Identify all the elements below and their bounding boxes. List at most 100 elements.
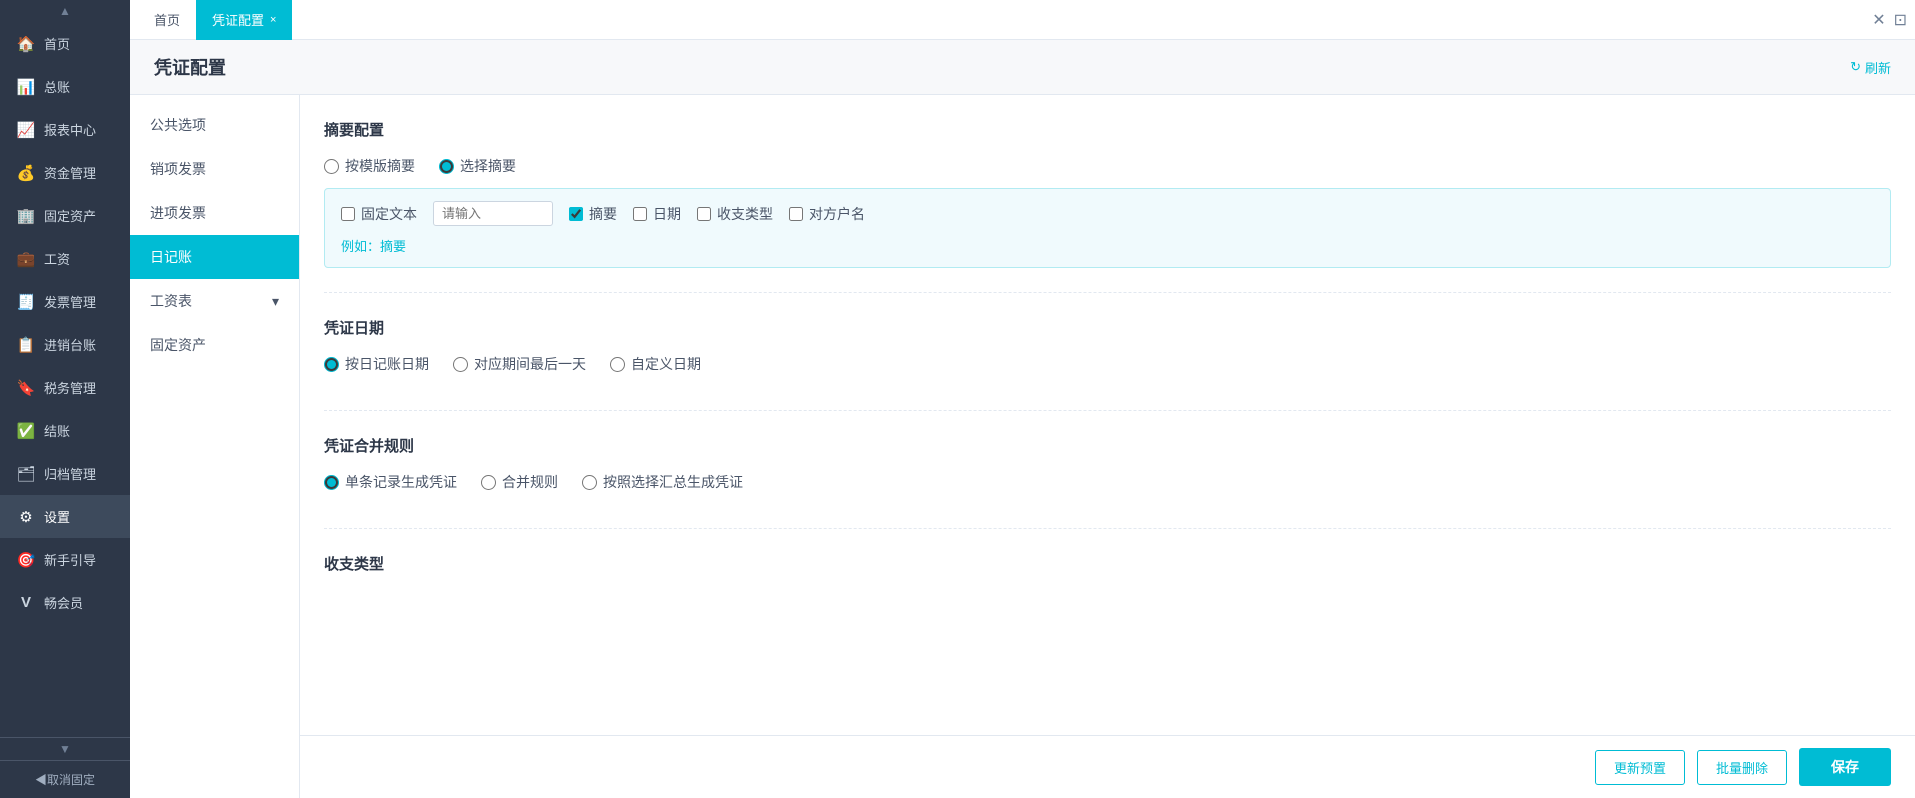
sidebar-item-label: 设置	[44, 507, 70, 526]
main-area: 首页 凭证配置 × ✕ ⊡ 凭证配置 ↻ 刷新 公共选项	[130, 0, 1915, 798]
sidebar-item-sales-ledger[interactable]: 📋 进销台账	[0, 323, 130, 366]
checkbox-area: 固定文本 摘要 日期	[324, 188, 1891, 268]
checkbox-fixed-text-label: 固定文本	[361, 204, 417, 224]
sidebar-item-funds[interactable]: 💰 资金管理	[0, 151, 130, 194]
checkbox-income-type-label: 收支类型	[717, 204, 773, 224]
sidebar-item-label: 进销台账	[44, 335, 96, 354]
voucher-date-section: 凭证日期 按日记账日期 对应期间最后一天	[324, 317, 1891, 411]
refresh-button[interactable]: ↻ 刷新	[1850, 58, 1891, 77]
guide-icon: 🎯	[16, 551, 36, 569]
radio-custom-date[interactable]: 自定义日期	[610, 354, 701, 374]
example-text: 例如：摘要	[341, 236, 1874, 255]
radio-last-day[interactable]: 对应期间最后一天	[453, 354, 586, 374]
checkbox-date[interactable]: 日期	[633, 204, 681, 224]
radio-template-summary[interactable]: 按模版摘要	[324, 156, 415, 176]
home-icon: 🏠	[16, 35, 36, 53]
radio-journal-date[interactable]: 按日记账日期	[324, 354, 429, 374]
tab-voucher-config[interactable]: 凭证配置 ×	[196, 0, 292, 40]
checkbox-counterpart-input[interactable]	[789, 207, 803, 221]
sidebar-item-settings[interactable]: ⚙ 设置	[0, 495, 130, 538]
sidebar-item-salary[interactable]: 💼 工资	[0, 237, 130, 280]
radio-last-day-input[interactable]	[453, 357, 468, 372]
page-title: 凭证配置	[154, 54, 226, 80]
reports-icon: 📈	[16, 121, 36, 139]
sidebar-item-label: 总账	[44, 77, 70, 96]
merge-rules-radio-group: 单条记录生成凭证 合并规则 按照选择汇总生成凭证	[324, 472, 1891, 492]
left-nav-public[interactable]: 公共选项	[130, 103, 299, 147]
tab-close-icon[interactable]: ×	[270, 14, 276, 26]
radio-single-record-label: 单条记录生成凭证	[345, 472, 457, 492]
radio-single-record-input[interactable]	[324, 475, 339, 490]
tab-home-label: 首页	[154, 10, 180, 29]
radio-select-label: 选择摘要	[460, 156, 516, 176]
summary-radio-group: 按模版摘要 选择摘要	[324, 156, 1891, 176]
tab-home[interactable]: 首页	[138, 0, 196, 40]
radio-merge-rule-label: 合并规则	[502, 472, 558, 492]
funds-icon: 💰	[16, 164, 36, 182]
radio-merge-rule[interactable]: 合并规则	[481, 472, 558, 492]
radio-custom-date-input[interactable]	[610, 357, 625, 372]
sidebar-item-assets[interactable]: 🏢 固定资产	[0, 194, 130, 237]
left-nav-payroll[interactable]: 工资表 ▾	[130, 279, 299, 323]
checkbox-income-type-input[interactable]	[697, 207, 711, 221]
checkbox-income-type[interactable]: 收支类型	[697, 204, 773, 224]
sidebar-item-vip[interactable]: V 畅会员	[0, 581, 130, 624]
merge-rules-title: 凭证合并规则	[324, 435, 1891, 456]
radio-journal-date-input[interactable]	[324, 357, 339, 372]
right-content: 摘要配置 按模版摘要 选择摘要	[300, 95, 1915, 735]
left-nav-journal[interactable]: 日记账	[130, 235, 299, 279]
left-nav-purchase-invoice[interactable]: 进项发票	[130, 191, 299, 235]
tab-voucher-config-label: 凭证配置	[212, 10, 264, 29]
income-type-section: 收支类型	[324, 553, 1891, 614]
checkbox-date-input[interactable]	[633, 207, 647, 221]
ledger-icon: 📊	[16, 78, 36, 96]
checkbox-counterpart[interactable]: 对方户名	[789, 204, 865, 224]
sidebar-item-label: 畅会员	[44, 593, 83, 612]
refresh-label: 刷新	[1865, 58, 1891, 77]
bulk-delete-button[interactable]: 批量删除	[1697, 750, 1787, 785]
cancel-fixed-button[interactable]: ◀取消固定	[0, 760, 130, 798]
checkbox-fixed-text-input[interactable]	[341, 207, 355, 221]
sidebar-item-tax[interactable]: 🔖 税务管理	[0, 366, 130, 409]
radio-custom-date-label: 自定义日期	[631, 354, 701, 374]
radio-select-merge-input[interactable]	[582, 475, 597, 490]
page-header: 凭证配置 ↻ 刷新	[130, 40, 1915, 95]
close-window-icon[interactable]: ✕	[1872, 10, 1885, 30]
page-content: 凭证配置 ↻ 刷新 公共选项 销项发票 进项发票 日记账	[130, 40, 1915, 798]
sidebar-item-home[interactable]: 🏠 首页	[0, 22, 130, 65]
radio-template-input[interactable]	[324, 159, 339, 174]
sidebar-item-archive[interactable]: 🗂 归档管理	[0, 452, 130, 495]
sidebar-item-ledger[interactable]: 📊 总账	[0, 65, 130, 108]
radio-select-summary[interactable]: 选择摘要	[439, 156, 516, 176]
checkbox-counterpart-label: 对方户名	[809, 204, 865, 224]
sidebar-item-reports[interactable]: 📈 报表中心	[0, 108, 130, 151]
checkbox-fixed-text[interactable]: 固定文本	[341, 204, 417, 224]
fixed-text-input[interactable]	[433, 201, 553, 226]
sidebar-scroll-down[interactable]: ▼	[0, 738, 130, 760]
radio-single-record[interactable]: 单条记录生成凭证	[324, 472, 457, 492]
update-preview-button[interactable]: 更新预置	[1595, 750, 1685, 785]
radio-merge-rule-input[interactable]	[481, 475, 496, 490]
settings-icon: ⚙	[16, 508, 36, 526]
sidebar-item-label: 新手引导	[44, 550, 96, 569]
sidebar-item-invoice-mgmt[interactable]: 🧾 发票管理	[0, 280, 130, 323]
income-type-title: 收支类型	[324, 553, 1891, 574]
chevron-down-icon: ▾	[272, 293, 279, 310]
save-button[interactable]: 保存	[1799, 748, 1891, 786]
left-nav-fixed-assets[interactable]: 固定资产	[130, 323, 299, 367]
checkbox-summary-input[interactable]	[569, 207, 583, 221]
sidebar-item-guide[interactable]: 🎯 新手引导	[0, 538, 130, 581]
sidebar-item-settle[interactable]: ✅ 结账	[0, 409, 130, 452]
sidebar-scroll-up[interactable]: ▲	[0, 0, 130, 22]
sidebar: ▲ 🏠 首页 📊 总账 📈 报表中心 💰 资金管理 🏢 固定资产 💼 工资 🧾 …	[0, 0, 130, 798]
left-nav-sales-invoice[interactable]: 销项发票	[130, 147, 299, 191]
radio-select-input[interactable]	[439, 159, 454, 174]
sidebar-item-label: 结账	[44, 421, 70, 440]
radio-select-merge-label: 按照选择汇总生成凭证	[603, 472, 743, 492]
sidebar-item-label: 固定资产	[44, 206, 96, 225]
sales-ledger-icon: 📋	[16, 336, 36, 354]
radio-template-label: 按模版摘要	[345, 156, 415, 176]
maximize-window-icon[interactable]: ⊡	[1894, 10, 1907, 30]
radio-select-merge[interactable]: 按照选择汇总生成凭证	[582, 472, 743, 492]
checkbox-summary[interactable]: 摘要	[569, 204, 617, 224]
